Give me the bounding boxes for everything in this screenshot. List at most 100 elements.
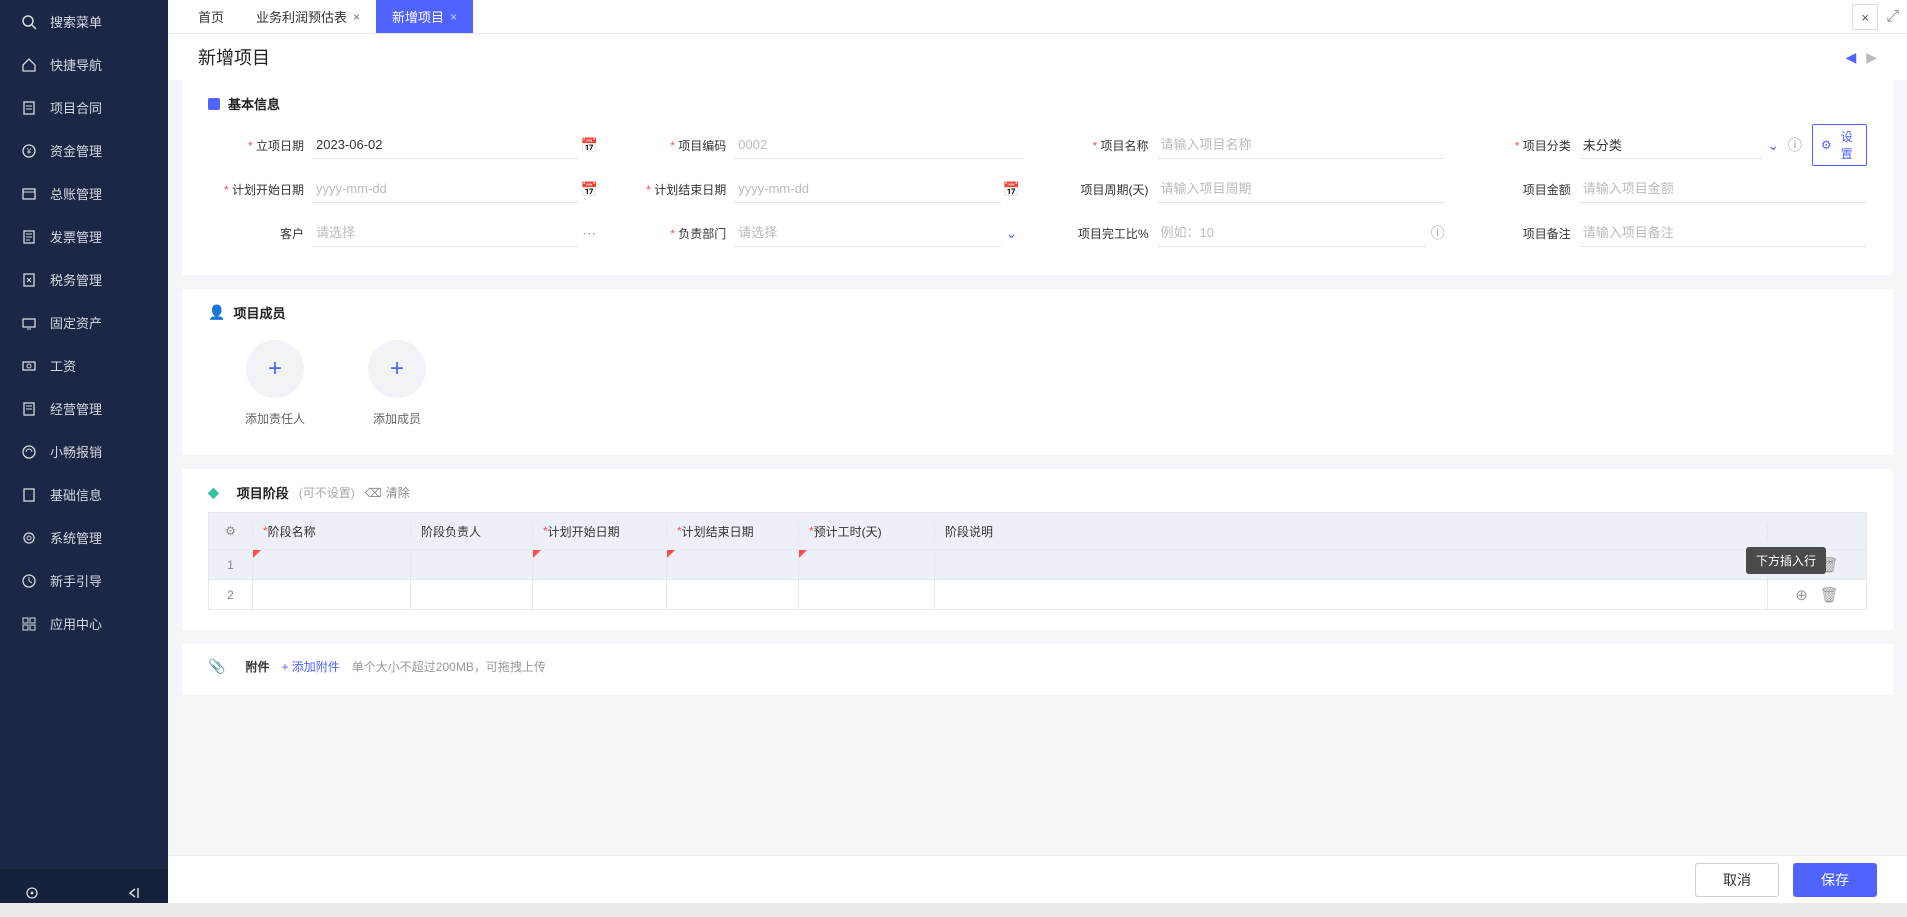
sidebar-item-assets[interactable]: 固定资产 bbox=[0, 301, 168, 344]
sidebar-item-baseinfo[interactable]: 基础信息 bbox=[0, 473, 168, 516]
project-name-input[interactable] bbox=[1157, 131, 1445, 159]
cell-plan-end bbox=[667, 550, 799, 579]
gear-icon[interactable] bbox=[24, 885, 40, 901]
sidebar-item-quicknav[interactable]: 快捷导航 bbox=[0, 43, 168, 86]
phase-hours-input[interactable] bbox=[799, 581, 934, 609]
sidebar-item-label: 项目合同 bbox=[50, 98, 102, 117]
cell-hours bbox=[799, 580, 935, 609]
settings-button[interactable]: ⚙设置 bbox=[1812, 124, 1867, 166]
plan-start-input[interactable] bbox=[312, 175, 578, 203]
phase-start-input[interactable] bbox=[533, 551, 666, 579]
tab-new-project[interactable]: 新增项目 × bbox=[376, 0, 473, 33]
attachment-icon: 📎 bbox=[208, 658, 225, 675]
clear-phases-button[interactable]: ⌫清除 bbox=[365, 484, 410, 501]
close-icon[interactable]: × bbox=[450, 10, 457, 24]
cell-hours bbox=[799, 550, 935, 579]
project-remark-input[interactable] bbox=[1579, 219, 1867, 247]
os-taskbar bbox=[0, 903, 1907, 917]
close-all-button[interactable]: × bbox=[1852, 4, 1878, 30]
add-member-button[interactable]: + bbox=[368, 340, 426, 398]
required-marker-icon bbox=[667, 550, 675, 558]
sidebar-item-system[interactable]: 系统管理 bbox=[0, 516, 168, 559]
label-plan-end: 计划结束日期 bbox=[630, 181, 734, 198]
sidebar-item-label: 小畅报销 bbox=[50, 442, 102, 461]
prev-record-button[interactable]: ◀ bbox=[1845, 49, 1856, 66]
plan-end-input[interactable] bbox=[734, 175, 1000, 203]
project-period-input[interactable] bbox=[1157, 175, 1445, 203]
cancel-button[interactable]: 取消 bbox=[1695, 863, 1779, 897]
calendar-icon[interactable]: 📅 bbox=[578, 137, 600, 154]
phase-name-input[interactable] bbox=[253, 581, 410, 609]
insert-row-below-button[interactable]: ⊕ bbox=[1795, 586, 1808, 604]
calendar-icon[interactable]: 📅 bbox=[578, 181, 600, 198]
gear-icon: ⚙ bbox=[225, 524, 236, 538]
add-attachment-button[interactable]: + 添加附件 bbox=[281, 658, 339, 675]
sidebar-item-salary[interactable]: 工资 bbox=[0, 344, 168, 387]
asset-icon bbox=[20, 314, 38, 332]
sidebar-item-expense[interactable]: 小畅报销 bbox=[0, 430, 168, 473]
sidebar-item-apps[interactable]: 应用中心 bbox=[0, 602, 168, 645]
label-plan-start: 计划开始日期 bbox=[208, 181, 312, 198]
dept-select[interactable] bbox=[734, 219, 1000, 247]
label-code: 项目编码 bbox=[630, 137, 734, 154]
collapse-icon[interactable] bbox=[126, 886, 144, 900]
tab-label: 新增项目 bbox=[392, 7, 444, 26]
cell-phase-mgr bbox=[411, 580, 533, 609]
expense-icon bbox=[20, 443, 38, 461]
label-period: 项目周期(天) bbox=[1053, 181, 1157, 198]
set-date-input[interactable] bbox=[312, 131, 578, 159]
sidebar-item-invoice[interactable]: 发票管理 bbox=[0, 215, 168, 258]
col-gear[interactable]: ⚙ bbox=[209, 524, 253, 538]
project-amount-input[interactable] bbox=[1579, 175, 1867, 203]
phase-end-input[interactable] bbox=[667, 551, 798, 579]
home-icon bbox=[20, 56, 38, 74]
sidebar-item-tax[interactable]: 税务管理 bbox=[0, 258, 168, 301]
sidebar-item-guide[interactable]: 新手引导 bbox=[0, 559, 168, 602]
phase-name-input[interactable] bbox=[253, 551, 410, 579]
project-code-input[interactable] bbox=[734, 131, 1022, 159]
sidebar-item-funds[interactable]: ¥资金管理 bbox=[0, 129, 168, 172]
sidebar-item-contract[interactable]: 项目合同 bbox=[0, 86, 168, 129]
expand-icon[interactable]: ⤢ bbox=[1886, 8, 1899, 26]
chevron-down-icon[interactable]: ⌄ bbox=[1001, 225, 1023, 242]
col-hours: 预计工时(天) bbox=[799, 523, 935, 540]
tax-icon bbox=[20, 271, 38, 289]
cell-phase-name bbox=[253, 550, 411, 579]
phase-end-input[interactable] bbox=[667, 581, 798, 609]
apps-icon bbox=[20, 615, 38, 633]
phase-start-input[interactable] bbox=[533, 581, 666, 609]
save-button[interactable]: 保存 bbox=[1793, 863, 1877, 897]
phase-row-1[interactable]: 1 ⊕ 🗑 bbox=[209, 549, 1866, 579]
sidebar-item-label: 快捷导航 bbox=[50, 55, 102, 74]
completion-pct-input[interactable] bbox=[1157, 219, 1427, 247]
tab-home[interactable]: 首页 bbox=[182, 0, 240, 33]
phase-row-2[interactable]: 2 ⊕ 🗑 bbox=[209, 579, 1866, 609]
sidebar-item-label: 发票管理 bbox=[50, 227, 102, 246]
add-member-tile: + 添加成员 bbox=[352, 340, 442, 427]
invoice-icon bbox=[20, 228, 38, 246]
phase-hours-input[interactable] bbox=[799, 551, 934, 579]
phase-desc-input[interactable] bbox=[935, 581, 1767, 609]
project-category-select[interactable] bbox=[1579, 131, 1763, 159]
add-member-label: 添加成员 bbox=[352, 410, 442, 427]
calendar-icon[interactable]: 📅 bbox=[1001, 181, 1023, 198]
phase-mgr-input[interactable] bbox=[411, 551, 532, 579]
sidebar-item-biz[interactable]: 经营管理 bbox=[0, 387, 168, 430]
more-icon[interactable]: ⋯ bbox=[578, 225, 600, 242]
next-record-button[interactable]: ▶ bbox=[1866, 49, 1877, 66]
sidebar-search[interactable]: 搜索菜单 bbox=[0, 0, 168, 43]
chevron-down-icon[interactable]: ⌄ bbox=[1763, 137, 1784, 154]
add-owner-button[interactable]: + bbox=[246, 340, 304, 398]
footer-bar: 取消 保存 bbox=[168, 855, 1907, 903]
close-icon[interactable]: × bbox=[353, 10, 360, 24]
sidebar-item-ledger[interactable]: 总账管理 bbox=[0, 172, 168, 215]
help-icon[interactable]: ⓘ bbox=[1431, 223, 1445, 243]
help-icon[interactable]: ⓘ bbox=[1788, 135, 1802, 155]
tab-profit[interactable]: 业务利润预估表× bbox=[240, 0, 376, 33]
section-title-members: 👤 项目成员 bbox=[208, 303, 1867, 322]
phase-desc-input[interactable] bbox=[935, 551, 1767, 579]
phase-mgr-input[interactable] bbox=[411, 581, 532, 609]
delete-row-button[interactable]: 🗑 bbox=[1820, 586, 1839, 604]
phase-table: ⚙ 阶段名称 阶段负责人 计划开始日期 计划结束日期 预计工时(天) 阶段说明 … bbox=[208, 512, 1867, 610]
customer-select[interactable] bbox=[312, 219, 578, 247]
